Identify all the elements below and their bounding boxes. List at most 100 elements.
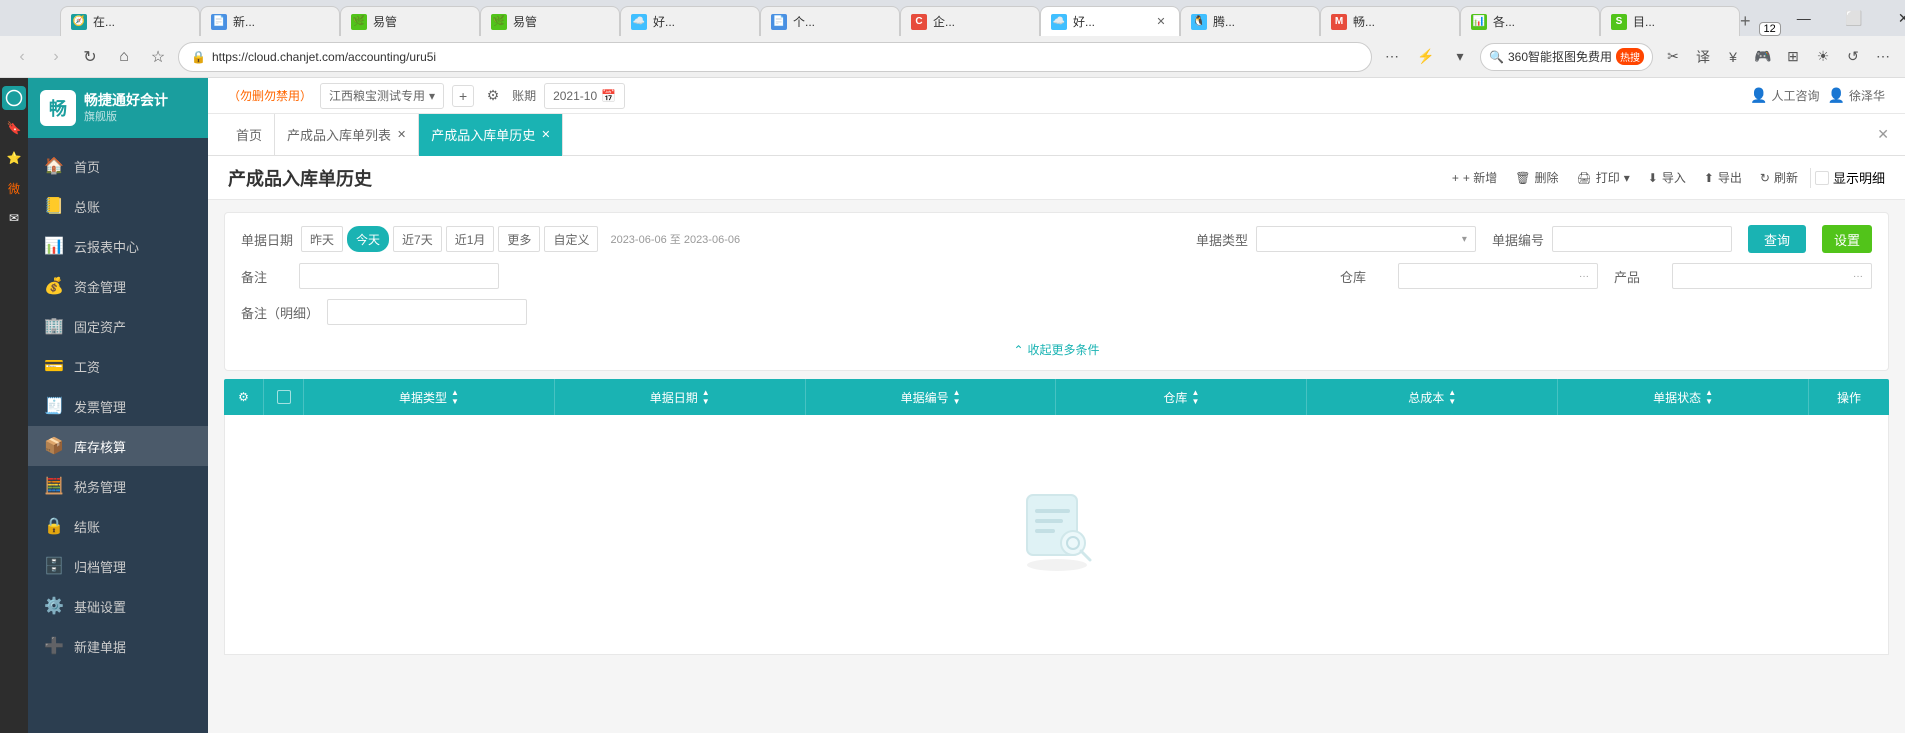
sidebar-item-reports[interactable]: 📊 云报表中心 — [28, 226, 208, 266]
collapse-button[interactable]: ⌃ 收起更多条件 — [241, 335, 1872, 358]
chanjet-icon[interactable] — [2, 86, 26, 110]
th-date[interactable]: 单据日期 ▲▼ — [555, 379, 806, 415]
breadcrumb-history[interactable]: 产成品入库单历史 ✕ — [419, 114, 563, 156]
select-all-checkbox[interactable] — [277, 390, 291, 404]
translate-icon[interactable]: 译 — [1689, 43, 1717, 71]
sidebar-item-funds[interactable]: 💰 资金管理 — [28, 266, 208, 306]
custom-date-button[interactable]: 自定义 — [544, 226, 598, 252]
game-icon[interactable]: 🎮 — [1749, 43, 1777, 71]
sidebar-item-closing[interactable]: 🔒 结账 — [28, 506, 208, 546]
forward-button[interactable]: › — [42, 43, 70, 71]
search-box-360[interactable]: 🔍 360智能抠图免费用 热搜 — [1480, 43, 1653, 71]
1month-button[interactable]: 近1月 — [446, 226, 495, 252]
tab-3[interactable]: 🌿 易管 — [340, 6, 480, 36]
sidebar-item-salary[interactable]: 💳 工资 — [28, 346, 208, 386]
sidebar-item-tax[interactable]: 🧮 税务管理 — [28, 466, 208, 506]
number-input[interactable] — [1552, 226, 1732, 252]
new-tab-button[interactable]: + — [1740, 6, 1751, 36]
new-button[interactable]: + + 新增 — [1444, 164, 1505, 192]
warehouse-selector[interactable]: ··· — [1398, 263, 1598, 289]
company-selector[interactable]: 江西粮宝测试专用 ▾ — [320, 83, 444, 109]
url-bar[interactable]: 🔒 https://cloud.chanjet.com/accounting/u… — [178, 42, 1372, 72]
note-input[interactable] — [299, 263, 499, 289]
header-close-button[interactable]: ✕ — [1877, 126, 1889, 143]
print-button[interactable]: 🖨 打印 ▾ — [1568, 164, 1637, 192]
tab-4[interactable]: 🌿 易管 — [480, 6, 620, 36]
settings-query-button[interactable]: 设置 — [1822, 225, 1872, 253]
tab-11[interactable]: 📊 各... — [1460, 6, 1600, 36]
th-status[interactable]: 单据状态 ▲▼ — [1558, 379, 1809, 415]
tab-8[interactable]: ☁️ 好... ✕ — [1040, 6, 1180, 36]
ai-consult-button[interactable]: 👤 人工咨询 — [1750, 87, 1819, 104]
product-selector[interactable]: ··· — [1672, 263, 1872, 289]
tab-12[interactable]: S 目... — [1600, 6, 1740, 36]
user-profile[interactable]: 👤 徐泽华 — [1828, 87, 1885, 104]
th-number-sort[interactable]: ▲▼ — [953, 389, 961, 406]
query-button[interactable]: 查询 — [1748, 225, 1806, 253]
yuan-icon[interactable]: ¥ — [1719, 43, 1747, 71]
settings-icon[interactable]: ⋯ — [1869, 43, 1897, 71]
sidebar-icon-4[interactable]: ✉ — [2, 206, 26, 230]
sidebar-icon-2[interactable]: ⭐ — [2, 146, 26, 170]
sidebar-item-archive[interactable]: 🗄️ 归档管理 — [28, 546, 208, 586]
refresh-button-page[interactable]: ↻ 刷新 — [1752, 164, 1806, 192]
maximize-button[interactable]: ⬜ — [1831, 0, 1877, 36]
lightning-button[interactable]: ⚡ — [1412, 43, 1440, 71]
7days-button[interactable]: 近7天 — [393, 226, 442, 252]
undo-icon[interactable]: ↺ — [1839, 43, 1867, 71]
company-settings-button[interactable]: ⚙ — [482, 85, 504, 107]
bookmark-button[interactable]: ☆ — [144, 43, 172, 71]
tab-9[interactable]: 🐧 腾... — [1180, 6, 1320, 36]
sidebar-item-settings[interactable]: ⚙️ 基础设置 — [28, 586, 208, 626]
home-button[interactable]: ⌂ — [110, 43, 138, 71]
minimize-button[interactable]: — — [1781, 0, 1827, 36]
th-cost-sort[interactable]: ▲▼ — [1448, 389, 1456, 406]
sidebar-item-fixed[interactable]: 🏢 固定资产 — [28, 306, 208, 346]
refresh-button[interactable]: ↻ — [76, 43, 104, 71]
th-warehouse[interactable]: 仓库 ▲▼ — [1056, 379, 1307, 415]
import-button[interactable]: ⬇ 导入 — [1640, 164, 1694, 192]
sidebar-item-invoice[interactable]: 🧾 发票管理 — [28, 386, 208, 426]
period-selector[interactable]: 2021-10 📅 — [544, 83, 625, 109]
tab-1[interactable]: 🧭 在... — [60, 6, 200, 36]
sidebar-icon-1[interactable]: 🔖 — [2, 116, 26, 140]
breadcrumb-history-close[interactable]: ✕ — [541, 128, 550, 141]
tab-6[interactable]: 📄 个... — [760, 6, 900, 36]
breadcrumb-list[interactable]: 产成品入库单列表 ✕ — [275, 114, 419, 156]
scissors-icon[interactable]: ✂ — [1659, 43, 1687, 71]
more-date-button[interactable]: 更多 — [498, 226, 540, 252]
grid-icon[interactable]: ⊞ — [1779, 43, 1807, 71]
sidebar-item-ledger[interactable]: 📒 总账 — [28, 186, 208, 226]
export-button[interactable]: ⬆ 导出 — [1696, 164, 1750, 192]
dropdown-button[interactable]: ▾ — [1446, 43, 1474, 71]
th-checkbox[interactable] — [264, 379, 304, 415]
tab-7[interactable]: C 企... — [900, 6, 1040, 36]
back-button[interactable]: ‹ — [8, 43, 36, 71]
th-type[interactable]: 单据类型 ▲▼ — [304, 379, 555, 415]
extensions-button[interactable]: ⋯ — [1378, 43, 1406, 71]
yesterday-button[interactable]: 昨天 — [301, 226, 343, 252]
delete-button[interactable]: 🗑 删除 — [1507, 164, 1566, 192]
sidebar-item-inventory[interactable]: 📦 库存核算 — [28, 426, 208, 466]
th-type-sort[interactable]: ▲▼ — [451, 389, 459, 406]
tab-10[interactable]: M 畅... — [1320, 6, 1460, 36]
tab-5[interactable]: ☁️ 好... — [620, 6, 760, 36]
close-button[interactable]: ✕ — [1881, 0, 1905, 36]
breadcrumb-list-close[interactable]: ✕ — [397, 128, 406, 141]
th-warehouse-sort[interactable]: ▲▼ — [1191, 389, 1199, 406]
sidebar-item-newbill[interactable]: ➕ 新建单据 — [28, 626, 208, 666]
theme-icon[interactable]: ☀ — [1809, 43, 1837, 71]
th-date-sort[interactable]: ▲▼ — [702, 389, 710, 406]
th-number[interactable]: 单据编号 ▲▼ — [806, 379, 1057, 415]
display-detail-checkbox[interactable] — [1815, 171, 1829, 185]
tab-2[interactable]: 📄 新... — [200, 6, 340, 36]
sidebar-icon-3[interactable]: 微 — [2, 176, 26, 200]
th-settings[interactable]: ⚙ — [224, 379, 264, 415]
add-company-button[interactable]: + — [452, 85, 474, 107]
display-detail-toggle[interactable]: 显示明细 — [1815, 168, 1885, 187]
sidebar-item-home[interactable]: 🏠 首页 — [28, 146, 208, 186]
th-cost[interactable]: 总成本 ▲▼ — [1307, 379, 1558, 415]
th-status-sort[interactable]: ▲▼ — [1705, 389, 1713, 406]
type-selector[interactable]: ▾ — [1256, 226, 1476, 252]
note-detail-input[interactable] — [327, 299, 527, 325]
